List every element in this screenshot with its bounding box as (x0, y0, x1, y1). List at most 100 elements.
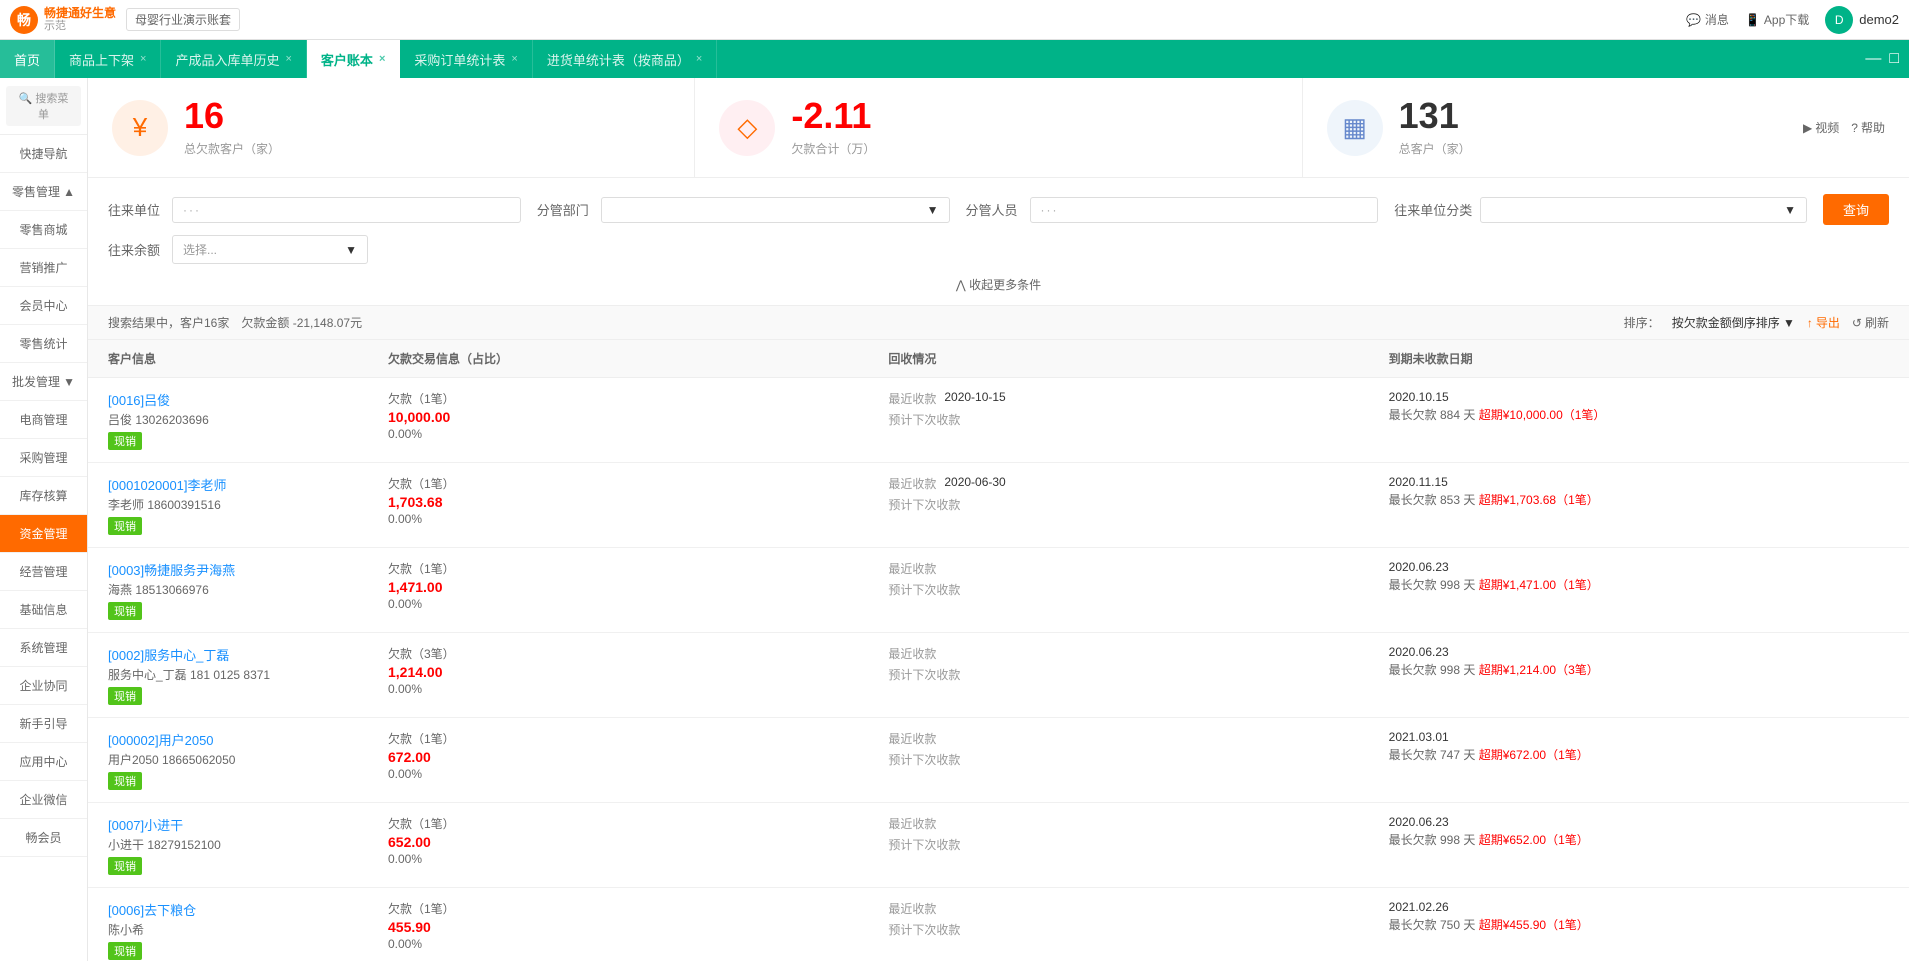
overdue-link[interactable]: 超期¥10,000.00（1笔） (1479, 408, 1606, 422)
filter-select-category[interactable]: ▼ (1480, 197, 1807, 223)
filter-item-unit: 往来单位 ··· (108, 197, 521, 223)
customer-name[interactable]: [0007]小进干 (108, 818, 183, 833)
export-icon: ↑ (1807, 316, 1813, 330)
overdue-link[interactable]: 超期¥1,703.68（1笔） (1479, 493, 1599, 507)
overdue-link[interactable]: 超期¥1,471.00（1笔） (1479, 578, 1599, 592)
tab-product-offline[interactable]: 商品上下架 × (55, 40, 161, 78)
search-menu-box[interactable]: 🔍 搜索菜单 (6, 86, 81, 126)
close-icon[interactable]: × (140, 53, 146, 65)
sidebar-item-corp-collab[interactable]: 企业协同 (0, 667, 87, 705)
view-btn[interactable]: ▶ 视频 (1803, 119, 1839, 136)
tab-customer-account[interactable]: 客户账本 × (307, 40, 400, 78)
close-icon[interactable]: × (696, 53, 702, 65)
sidebar-item-ecom-mgmt[interactable]: 电商管理 (0, 401, 87, 439)
minimize-btn[interactable]: — (1865, 50, 1881, 68)
tab-produce-history[interactable]: 产成品入库单历史 × (161, 40, 306, 78)
sidebar-item-newbie-guide[interactable]: 新手引导 (0, 705, 87, 743)
filter-input-unit[interactable]: ··· (172, 197, 521, 223)
customer-tag: 现销 (108, 602, 142, 620)
sort-select[interactable]: 按欠款金额倒序排序 ▼ (1672, 314, 1795, 331)
message-btn[interactable]: 💬 消息 (1686, 11, 1729, 28)
tab-home[interactable]: 首页 (0, 40, 55, 78)
sidebar-item-retail-mgmt[interactable]: 零售管理 ▲ (0, 173, 87, 211)
sidebar-item-retail-mall[interactable]: 零售商城 (0, 211, 87, 249)
sidebar-item-retail-stats[interactable]: 零售统计 (0, 325, 87, 363)
overdue-cell: 2020.06.23 最长欠款 998 天 超期¥652.00（1笔） (1389, 815, 1889, 848)
overdue-cell: 2020.06.23 最长欠款 998 天 超期¥1,214.00（3笔） (1389, 645, 1889, 678)
customer-cell: [0001020001]李老师 李老师 18600391516 现销 (108, 475, 388, 535)
debt-cell: 欠款（1笔） 1,703.68 0.00% (388, 475, 888, 526)
sidebar-item-vip-member[interactable]: 畅会员 (0, 819, 87, 857)
sidebar-item-inventory[interactable]: 库存核算 (0, 477, 87, 515)
maximize-btn[interactable]: □ (1889, 50, 1899, 68)
overdue-link[interactable]: 超期¥1,214.00（3笔） (1479, 663, 1599, 677)
filter-label-unit: 往来单位 (108, 200, 164, 219)
col-header-customer: 客户信息 (108, 350, 388, 367)
collapse-bar[interactable]: ⋀ 收起更多条件 (108, 272, 1889, 297)
sidebar-item-operation-mgmt[interactable]: 经营管理 (0, 553, 87, 591)
avatar[interactable]: D (1825, 6, 1853, 34)
export-btn[interactable]: ↑ 导出 (1807, 314, 1840, 331)
sidebar-item-corp-wechat[interactable]: 企业微信 (0, 781, 87, 819)
search-btn[interactable]: 查询 (1823, 194, 1889, 225)
filter-item-category: 往来单位分类 ▼ (1394, 197, 1807, 223)
stat-icon-currency: ¥ (112, 100, 168, 156)
sidebar-search[interactable]: 🔍 搜索菜单 (0, 78, 87, 135)
debt-cell: 欠款（1笔） 672.00 0.00% (388, 730, 888, 781)
overdue-cell: 2020.11.15 最长欠款 853 天 超期¥1,703.68（1笔） (1389, 475, 1889, 508)
table-wrap: 客户信息 欠款交易信息（占比） 回收情况 到期未收款日期 [0016]吕俊 吕俊… (88, 340, 1909, 961)
customer-name[interactable]: [0003]畅捷服务尹海燕 (108, 563, 235, 578)
overdue-link[interactable]: 超期¥672.00（1笔） (1479, 748, 1589, 762)
search-icon: 🔍 (19, 93, 33, 105)
customer-name[interactable]: [000002]用户2050 (108, 733, 214, 748)
company-select[interactable]: 母婴行业演示账套 (126, 8, 240, 31)
customer-cell: [0007]小进干 小进干 18279152100 现销 (108, 815, 388, 875)
debt-cell: 欠款（1笔） 455.90 0.00% (388, 900, 888, 951)
filter-area: 往来单位 ··· 分管部门 ▼ 分管人员 ··· (88, 178, 1909, 306)
sidebar-item-member-center[interactable]: 会员中心 (0, 287, 87, 325)
logo-area: 畅 畅捷通好生意 示范 (10, 6, 116, 34)
close-icon[interactable]: × (379, 53, 385, 65)
sidebar-item-basic-info[interactable]: 基础信息 (0, 591, 87, 629)
overdue-link[interactable]: 超期¥652.00（1笔） (1479, 833, 1589, 847)
recovery-cell: 最近收款 预计下次收款 (888, 560, 1388, 598)
recovery-cell: 最近收款 预计下次收款 (888, 815, 1388, 853)
stat-icon-building: ▦ (1327, 100, 1383, 156)
filter-input-person[interactable]: ··· (1030, 197, 1379, 223)
sidebar-item-sys-mgmt[interactable]: 系统管理 (0, 629, 87, 667)
close-icon[interactable]: × (285, 53, 291, 65)
customer-contact: 小进干 18279152100 (108, 836, 388, 853)
tab-inbound-summary[interactable]: 进货单统计表（按商品） × (533, 40, 717, 78)
customer-name[interactable]: [0016]吕俊 (108, 393, 170, 408)
sidebar-item-app-center[interactable]: 应用中心 (0, 743, 87, 781)
chevron-down-icon: ▼ (1784, 203, 1796, 217)
main-content: ¥ 16 总欠款客户（家） ◇ -2.11 欠款合计（万） ▦ (88, 78, 1909, 961)
logo-brand: 畅捷通好生意 (44, 6, 116, 20)
customer-contact: 李老师 18600391516 (108, 496, 388, 513)
debt-cell: 欠款（1笔） 10,000.00 0.00% (388, 390, 888, 441)
tab-purchase-summary[interactable]: 采购订单统计表 × (400, 40, 532, 78)
help-btn[interactable]: ? 帮助 (1851, 119, 1885, 136)
refresh-btn[interactable]: ↺ 刷新 (1852, 314, 1889, 331)
sidebar-item-quick-nav[interactable]: 快捷导航 (0, 135, 87, 173)
customer-name[interactable]: [0002]服务中心_丁磊 (108, 648, 229, 663)
sidebar-item-batch-mgmt[interactable]: 批发管理 ▼ (0, 363, 87, 401)
customer-name[interactable]: [0001020001]李老师 (108, 478, 227, 493)
customer-cell: [0002]服务中心_丁磊 服务中心_丁磊 181 0125 8371 现销 (108, 645, 388, 705)
table-row: [0006]去下粮仓 陈小希 现销 欠款（1笔） 455.90 0.00% 最近… (88, 888, 1909, 961)
overdue-link[interactable]: 超期¥455.90（1笔） (1479, 918, 1589, 932)
nav-tabs: 首页 商品上下架 × 产成品入库单历史 × 客户账本 × 采购订单统计表 × 进… (0, 40, 1909, 78)
user-area: D demo2 (1825, 6, 1899, 34)
filter-select-dept[interactable]: ▼ (601, 197, 950, 223)
customer-name[interactable]: [0006]去下粮仓 (108, 903, 196, 918)
app-download-btn[interactable]: 📱 App下载 (1745, 11, 1809, 28)
customer-cell: [0003]畅捷服务尹海燕 海燕 18513066976 现销 (108, 560, 388, 620)
debt-summary: 欠款金额 -21,148.07元 (241, 314, 362, 331)
stat-card-2-info: -2.11 欠款合计（万） (791, 98, 875, 157)
sidebar-item-finance-mgmt[interactable]: 资金管理 (0, 515, 87, 553)
filter-select-balance[interactable]: 选择... ▼ (172, 235, 368, 264)
sidebar-item-purchase-mgmt[interactable]: 采购管理 (0, 439, 87, 477)
stat-label-debt-total: 欠款合计（万） (791, 140, 875, 157)
close-icon[interactable]: × (511, 53, 517, 65)
sidebar-item-marketing[interactable]: 营销推广 (0, 249, 87, 287)
